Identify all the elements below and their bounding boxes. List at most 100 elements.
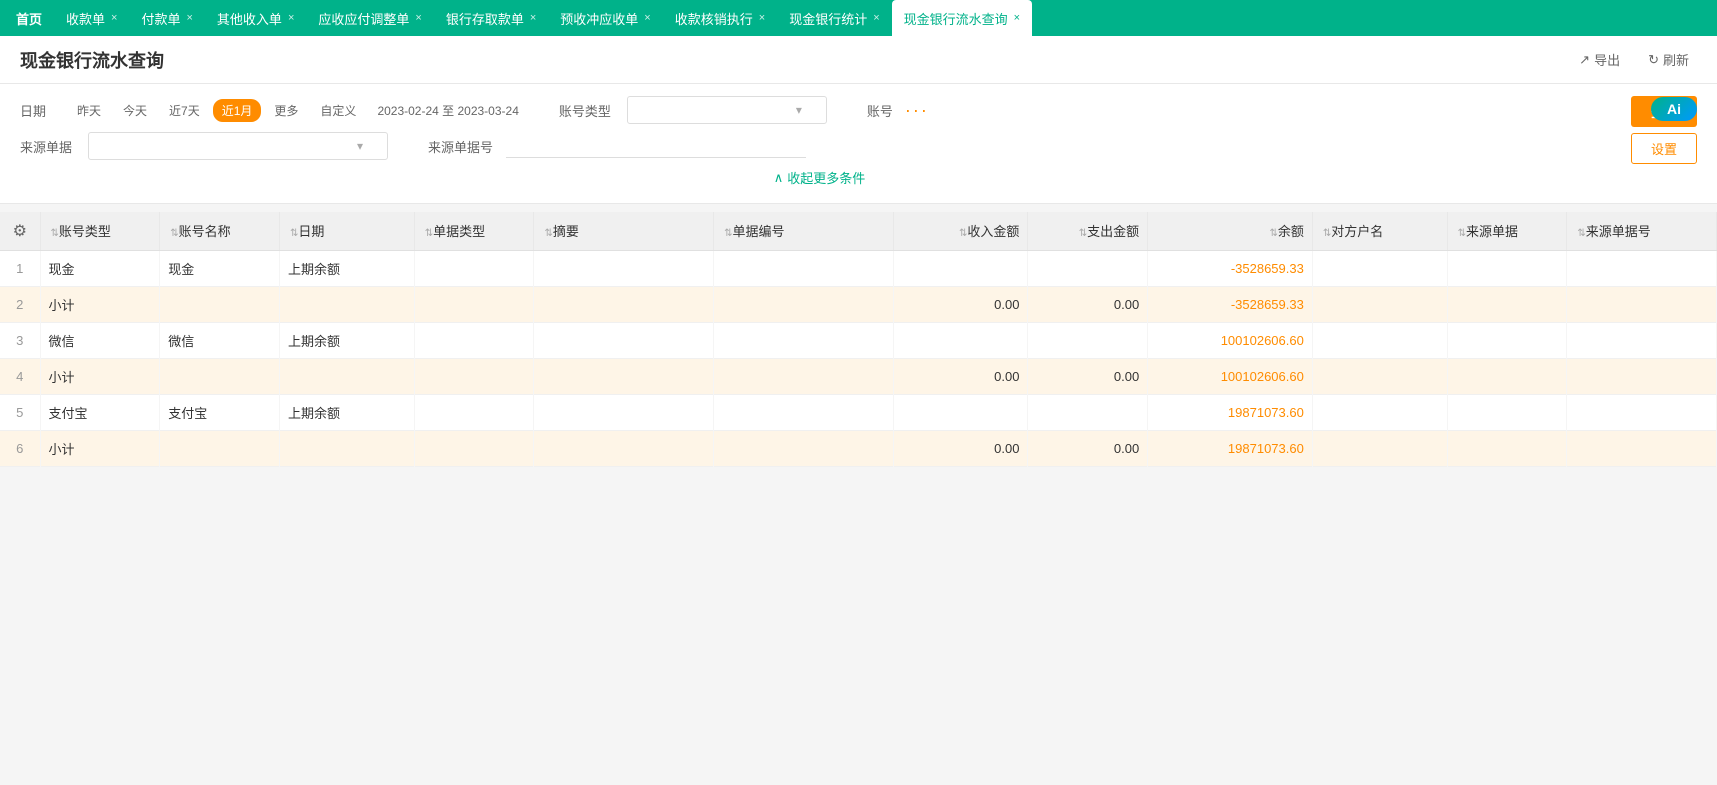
close-icon[interactable]: ×: [111, 12, 117, 24]
col-header-account-name[interactable]: ⇅账号名称: [160, 212, 280, 250]
close-icon[interactable]: ×: [415, 12, 421, 24]
cell-counterparty: [1312, 250, 1447, 286]
cell-summary: [534, 250, 714, 286]
ai-button[interactable]: Ai: [1651, 97, 1697, 121]
nav-item-ar-ap-adjust[interactable]: 应收应付调整单 ×: [306, 0, 433, 36]
date-options: 昨天 今天 近7天 近1月 更多 自定义: [68, 99, 365, 122]
source-doc-select[interactable]: ▾: [88, 132, 388, 160]
date-btn-more[interactable]: 更多: [265, 99, 307, 122]
cell-account_type: 小计: [40, 358, 160, 394]
close-icon[interactable]: ×: [288, 12, 294, 24]
date-btn-7days[interactable]: 近7天: [160, 99, 209, 122]
cell-date: 上期余额: [280, 322, 415, 358]
cell-doc_type: [414, 250, 534, 286]
cell-doc_no: [714, 286, 894, 322]
cell-account_type: 微信: [40, 322, 160, 358]
row-number: 1: [0, 250, 40, 286]
table-body: 1现金现金上期余额-3528659.332小计0.000.00-3528659.…: [0, 250, 1717, 466]
cell-summary: [534, 322, 714, 358]
cell-source_doc_no: [1567, 394, 1717, 430]
nav-item-cash-bank-flow[interactable]: 现金银行流水查询 ×: [892, 0, 1032, 36]
col-header-doc-no[interactable]: ⇅单据编号: [714, 212, 894, 250]
table-row[interactable]: 2小计0.000.00-3528659.33: [0, 286, 1717, 322]
settings-button[interactable]: 设置: [1631, 133, 1697, 164]
close-icon[interactable]: ×: [644, 12, 650, 24]
cell-date: [280, 286, 415, 322]
table-row[interactable]: 6小计0.000.0019871073.60: [0, 430, 1717, 466]
cell-account_type: 现金: [40, 250, 160, 286]
col-header-expense[interactable]: ⇅支出金额: [1028, 212, 1148, 250]
gear-icon[interactable]: ⚙: [13, 223, 27, 240]
account-type-label: 账号类型: [559, 101, 619, 120]
cell-expense: [1028, 394, 1148, 430]
nav-item-other-income[interactable]: 其他收入单 ×: [205, 0, 306, 36]
date-btn-yesterday[interactable]: 昨天: [68, 99, 110, 122]
cell-account_name: 微信: [160, 322, 280, 358]
cell-counterparty: [1312, 358, 1447, 394]
cell-income: 0.00: [893, 430, 1028, 466]
nav-item-payment[interactable]: 付款单 ×: [129, 0, 204, 36]
account-type-select[interactable]: ▾: [627, 96, 827, 124]
date-btn-today[interactable]: 今天: [114, 99, 156, 122]
col-header-balance[interactable]: ⇅余额: [1148, 212, 1313, 250]
nav-item-receipt[interactable]: 收款单 ×: [54, 0, 129, 36]
source-doc-no-input[interactable]: [506, 134, 806, 158]
account-dots-button[interactable]: ···: [905, 100, 929, 121]
export-button[interactable]: ↗ 导出: [1571, 46, 1628, 73]
close-icon[interactable]: ×: [1014, 12, 1020, 24]
cell-income: 0.00: [893, 358, 1028, 394]
col-header-summary[interactable]: ⇅摘要: [534, 212, 714, 250]
col-header-account-type[interactable]: ⇅账号类型: [40, 212, 160, 250]
account-label: 账号: [867, 101, 897, 120]
cell-expense: [1028, 322, 1148, 358]
nav-item-prepay-offset[interactable]: 预收冲应收单 ×: [548, 0, 662, 36]
nav-item-home[interactable]: 首页: [4, 0, 54, 36]
cell-account_type: 小计: [40, 286, 160, 322]
cell-account_name: [160, 286, 280, 322]
col-header-source-doc[interactable]: ⇅来源单据: [1447, 212, 1567, 250]
cell-doc_type: [414, 430, 534, 466]
refresh-button[interactable]: ↻ 刷新: [1640, 46, 1697, 73]
table-header: ⚙ ⇅账号类型 ⇅账号名称 ⇅日期 ⇅单据类型 ⇅摘要 ⇅单据编: [0, 212, 1717, 250]
row-number: 2: [0, 286, 40, 322]
nav-item-receipt-verify[interactable]: 收款核销执行 ×: [663, 0, 777, 36]
close-icon[interactable]: ×: [530, 12, 536, 24]
col-header-date[interactable]: ⇅日期: [280, 212, 415, 250]
cell-summary: [534, 430, 714, 466]
source-doc-label: 来源单据: [20, 137, 80, 156]
filter-row-1: 日期 昨天 今天 近7天 近1月 更多 自定义 2023-02-24 至 202…: [20, 96, 1619, 124]
table-row[interactable]: 5支付宝支付宝上期余额19871073.60: [0, 394, 1717, 430]
cell-account_name: 支付宝: [160, 394, 280, 430]
row-number: 3: [0, 322, 40, 358]
chevron-up-icon: ∧: [774, 170, 784, 186]
col-header-counterparty[interactable]: ⇅对方户名: [1312, 212, 1447, 250]
cell-date: [280, 430, 415, 466]
cell-source_doc: [1447, 286, 1567, 322]
table-row[interactable]: 4小计0.000.00100102606.60: [0, 358, 1717, 394]
cell-source_doc: [1447, 358, 1567, 394]
date-btn-1month[interactable]: 近1月: [213, 99, 262, 122]
chevron-down-icon: ▾: [357, 139, 363, 153]
col-header-doc-type[interactable]: ⇅单据类型: [414, 212, 534, 250]
table-row[interactable]: 3微信微信上期余额100102606.60: [0, 322, 1717, 358]
col-header-income[interactable]: ⇅收入金额: [893, 212, 1028, 250]
date-btn-custom[interactable]: 自定义: [311, 99, 365, 122]
collapse-button[interactable]: ∧ 收起更多条件: [20, 164, 1619, 191]
cell-account_type: 支付宝: [40, 394, 160, 430]
cell-summary: [534, 286, 714, 322]
cell-balance: 19871073.60: [1148, 430, 1313, 466]
row-number: 5: [0, 394, 40, 430]
nav-item-cash-bank-stat[interactable]: 现金银行统计 ×: [777, 0, 891, 36]
close-icon[interactable]: ×: [759, 12, 765, 24]
cell-source_doc: [1447, 430, 1567, 466]
table-row[interactable]: 1现金现金上期余额-3528659.33: [0, 250, 1717, 286]
cell-account_name: [160, 430, 280, 466]
col-header-source-doc-no[interactable]: ⇅来源单据号: [1567, 212, 1717, 250]
close-icon[interactable]: ×: [186, 12, 192, 24]
close-icon[interactable]: ×: [873, 12, 879, 24]
col-header-gear[interactable]: ⚙: [0, 212, 40, 250]
cell-source_doc_no: [1567, 430, 1717, 466]
cell-account_name: [160, 358, 280, 394]
cell-source_doc_no: [1567, 286, 1717, 322]
nav-item-bank-deposit[interactable]: 银行存取款单 ×: [434, 0, 548, 36]
